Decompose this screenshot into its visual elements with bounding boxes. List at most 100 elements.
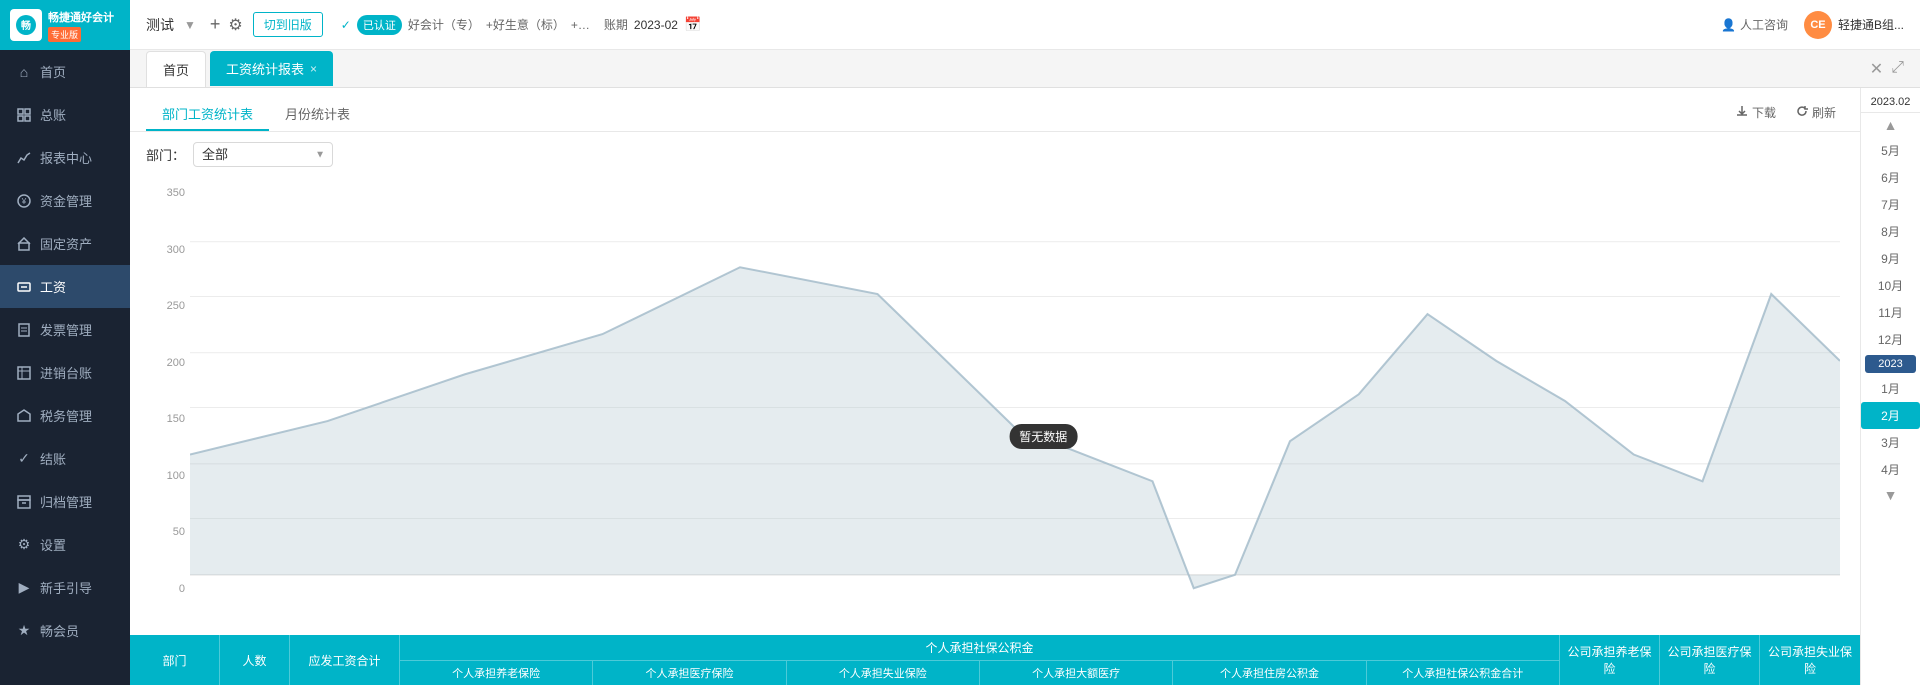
subtab-monthly[interactable]: 月份统计表 bbox=[269, 98, 366, 131]
sidebar: 畅 畅捷通好会计 专业版 ⌂ 首页 总账 报表中心 ¥ 资金管理 固定资产 bbox=[0, 0, 130, 685]
topbar-right: 👤 人工咨询 CE 轻捷通B组... bbox=[1721, 11, 1904, 39]
right-panel-year-2023: 2023 bbox=[1865, 355, 1916, 373]
topbar-status: ✓ 已认证 好会计（专） +好生意（标） +… 账期 2023-02 📅 bbox=[341, 15, 702, 35]
right-panel-nov[interactable]: 11月 bbox=[1861, 299, 1920, 326]
tab-salary-report[interactable]: 工资统计报表 × bbox=[210, 51, 333, 86]
salary-icon bbox=[16, 279, 32, 295]
sidebar-item-invoice[interactable]: 发票管理 bbox=[0, 308, 130, 351]
check-icon: ✓ bbox=[341, 18, 351, 32]
settlement-icon: ✓ bbox=[16, 451, 32, 467]
close-window-btn[interactable]: ✕ bbox=[1870, 59, 1883, 79]
group-title: 个人承担社保公积金 bbox=[400, 635, 1559, 661]
sidebar-item-archive[interactable]: 归档管理 bbox=[0, 480, 130, 523]
tab-close-btn[interactable]: × bbox=[310, 62, 317, 76]
ledger-icon bbox=[16, 107, 32, 123]
user-menu[interactable]: CE 轻捷通B组... bbox=[1804, 11, 1904, 39]
sidebar-item-settings[interactable]: ⚙ 设置 bbox=[0, 523, 130, 566]
reports-icon bbox=[16, 150, 32, 166]
col-people: 人数 bbox=[220, 635, 290, 685]
maximize-window-btn[interactable]: ⤢ bbox=[1891, 59, 1904, 79]
sidebar-item-ledger[interactable]: 总账 bbox=[0, 93, 130, 136]
download-icon bbox=[1736, 105, 1748, 120]
guide-icon: ▶ bbox=[16, 580, 32, 596]
dept-select-wrapper: 全部 bbox=[193, 142, 333, 167]
refresh-icon bbox=[1796, 105, 1808, 120]
project-name: 测试 bbox=[146, 15, 174, 35]
home-icon: ⌂ bbox=[16, 64, 32, 80]
group-cols: 个人承担养老保险 个人承担医疗保险 个人承担失业保险 个人承担大额医疗 bbox=[400, 661, 1559, 685]
content-main: 部门工资统计表 月份统计表 下载 bbox=[130, 88, 1860, 685]
help-icon: 👤 bbox=[1721, 18, 1736, 32]
svg-text:畅: 畅 bbox=[21, 19, 31, 32]
toolbar: 部门： 全部 bbox=[130, 132, 1860, 177]
right-panel-feb[interactable]: 2月 bbox=[1861, 402, 1920, 429]
chart-svg bbox=[190, 187, 1840, 615]
chart-tooltip: 暂无数据 bbox=[1009, 424, 1077, 449]
col-total-salary: 应发工资合计 bbox=[290, 635, 400, 685]
col-personal-unemployment: 个人承担失业保险 bbox=[787, 661, 980, 685]
switch-old-btn[interactable]: 切到旧版 bbox=[253, 12, 323, 37]
right-panel-jul[interactable]: 7月 bbox=[1861, 191, 1920, 218]
col-company-pension: 公司承担养老保险 bbox=[1560, 635, 1660, 685]
user-name: 轻捷通B组... bbox=[1838, 16, 1904, 33]
sidebar-item-tax[interactable]: 税务管理 bbox=[0, 394, 130, 437]
sales-icon bbox=[16, 365, 32, 381]
member-icon: ★ bbox=[16, 623, 32, 639]
sidebar-item-home[interactable]: ⌂ 首页 bbox=[0, 50, 130, 93]
certified-badge: 已认证 bbox=[357, 15, 402, 35]
refresh-btn[interactable]: 刷新 bbox=[1788, 100, 1844, 125]
bottom-table-header: 部门 人数 应发工资合计 个人承担社保公积金 个人承担养老保险 bbox=[130, 635, 1860, 685]
sidebar-item-salary[interactable]: 工资 bbox=[0, 265, 130, 308]
col-personal-pension: 个人承担养老保险 bbox=[400, 661, 593, 685]
sidebar-item-sales[interactable]: 进销台账 bbox=[0, 351, 130, 394]
svg-text:¥: ¥ bbox=[21, 197, 27, 206]
tab-bar: 首页 工资统计报表 × ✕ ⤢ bbox=[130, 50, 1920, 88]
right-panel-down-arrow[interactable]: ▼ bbox=[1880, 483, 1902, 507]
settings-topbar-icon[interactable]: ⚙ bbox=[228, 15, 242, 35]
right-panel-jan[interactable]: 1月 bbox=[1861, 375, 1920, 402]
dept-label: 部门： bbox=[146, 145, 185, 164]
sidebar-item-funds[interactable]: ¥ 资金管理 bbox=[0, 179, 130, 222]
calendar-icon[interactable]: 📅 bbox=[684, 16, 701, 33]
tab-home[interactable]: 首页 bbox=[146, 51, 206, 87]
chart-area: 0 50 100 150 200 250 300 350 bbox=[130, 177, 1860, 635]
good-business: +好生意（标） bbox=[486, 16, 565, 33]
sidebar-logo: 畅 畅捷通好会计 专业版 bbox=[0, 0, 130, 50]
help-btn[interactable]: 👤 人工咨询 bbox=[1721, 16, 1788, 33]
y-axis: 0 50 100 150 200 250 300 350 bbox=[140, 187, 185, 595]
dept-select[interactable]: 全部 bbox=[193, 142, 333, 167]
right-panel-sep[interactable]: 9月 bbox=[1861, 245, 1920, 272]
period-label: 账期 bbox=[604, 16, 628, 33]
right-panel-mar[interactable]: 3月 bbox=[1861, 429, 1920, 456]
sidebar-item-reports[interactable]: 报表中心 bbox=[0, 136, 130, 179]
right-panel-aug[interactable]: 8月 bbox=[1861, 218, 1920, 245]
add-icon[interactable]: + bbox=[210, 14, 221, 35]
subtab-dept[interactable]: 部门工资统计表 bbox=[146, 98, 269, 131]
sidebar-item-member[interactable]: ★ 畅会员 bbox=[0, 609, 130, 652]
right-panel-up-arrow[interactable]: ▲ bbox=[1880, 113, 1902, 137]
invoice-icon bbox=[16, 322, 32, 338]
sidebar-item-settlement[interactable]: ✓ 结账 bbox=[0, 437, 130, 480]
right-panel-may[interactable]: 5月 bbox=[1861, 137, 1920, 164]
sidebar-item-guide[interactable]: ▶ 新手引导 bbox=[0, 566, 130, 609]
settings-icon: ⚙ bbox=[16, 537, 32, 553]
subtabs: 部门工资统计表 月份统计表 下载 bbox=[130, 88, 1860, 132]
period-value: 2023-02 bbox=[634, 18, 678, 32]
content-area: 部门工资统计表 月份统计表 下载 bbox=[130, 88, 1920, 685]
right-panel-jun[interactable]: 6月 bbox=[1861, 164, 1920, 191]
assets-icon bbox=[16, 236, 32, 252]
download-btn[interactable]: 下载 bbox=[1728, 100, 1784, 125]
logo-icon: 畅 bbox=[10, 9, 42, 41]
tax-icon bbox=[16, 408, 32, 424]
sidebar-item-assets[interactable]: 固定资产 bbox=[0, 222, 130, 265]
right-panel-dec[interactable]: 12月 bbox=[1861, 326, 1920, 353]
col-group-personal: 个人承担社保公积金 个人承担养老保险 个人承担医疗保险 个人承担失业保险 bbox=[400, 635, 1560, 685]
project-dropdown-arrow[interactable]: ▼ bbox=[184, 18, 196, 32]
col-personal-total: 个人承担社保公积金合计 bbox=[1367, 661, 1559, 685]
funds-icon: ¥ bbox=[16, 193, 32, 209]
col-personal-housing: 个人承担住房公积金 bbox=[1173, 661, 1366, 685]
right-panel-oct[interactable]: 10月 bbox=[1861, 272, 1920, 299]
right-panel-apr[interactable]: 4月 bbox=[1861, 456, 1920, 483]
right-panel: 2023.02 ▲ 5月 6月 7月 8月 9月 10月 bbox=[1860, 88, 1920, 685]
good-accounting: 好会计（专） bbox=[408, 16, 480, 33]
